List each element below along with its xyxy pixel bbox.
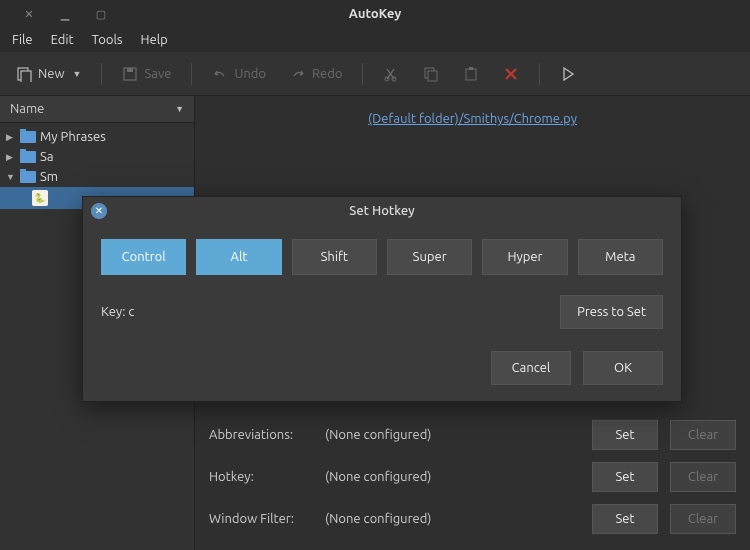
python-icon: 🐍 xyxy=(32,190,48,206)
press-to-set-button[interactable]: Press to Set xyxy=(560,295,663,329)
menu-edit[interactable]: Edit xyxy=(51,33,74,47)
prop-value: (None configured) xyxy=(325,470,580,484)
close-icon[interactable]: ✕ xyxy=(91,203,107,219)
sidebar-header[interactable]: Name ▼ xyxy=(0,96,194,123)
menu-help[interactable]: Help xyxy=(141,33,168,47)
tree-label: My Phrases xyxy=(40,130,106,144)
toolbar-separator xyxy=(539,63,540,85)
new-icon xyxy=(16,66,32,82)
copy-button[interactable] xyxy=(415,62,447,86)
modifier-alt[interactable]: Alt xyxy=(196,239,281,275)
prop-row-window-filter: Window Filter: (None configured) Set Cle… xyxy=(209,498,736,540)
prop-label: Hotkey: xyxy=(209,470,319,484)
modifier-shift[interactable]: Shift xyxy=(292,239,377,275)
dialog-title: Set Hotkey xyxy=(349,204,414,218)
properties-panel: Abbreviations: (None configured) Set Cle… xyxy=(209,414,736,540)
tree-label: Sa xyxy=(40,150,54,164)
new-button[interactable]: New ▼ xyxy=(8,62,89,86)
folder-icon xyxy=(20,171,36,183)
cancel-button[interactable]: Cancel xyxy=(491,351,571,385)
collapse-icon[interactable]: ▼ xyxy=(6,172,16,182)
key-label: Key: c xyxy=(101,305,134,319)
expand-icon[interactable]: ▶ xyxy=(6,152,16,163)
tree-item-sa[interactable]: ▶ Sa xyxy=(0,147,194,167)
menu-bar: File Edit Tools Help xyxy=(0,28,750,52)
modifier-super[interactable]: Super xyxy=(387,239,472,275)
redo-label: Redo xyxy=(312,67,342,81)
folder-icon xyxy=(20,131,36,143)
delete-button[interactable] xyxy=(495,62,527,86)
undo-label: Undo xyxy=(234,67,266,81)
undo-icon xyxy=(212,66,228,82)
dialog-titlebar: ✕ Set Hotkey xyxy=(83,197,681,225)
cut-button[interactable] xyxy=(375,62,407,86)
toolbar-separator xyxy=(191,63,192,85)
window-title: AutoKey xyxy=(0,7,750,21)
folder-icon xyxy=(20,151,36,163)
play-icon xyxy=(560,66,576,82)
toolbar-separator xyxy=(362,63,363,85)
menu-file[interactable]: File xyxy=(12,33,33,47)
set-button[interactable]: Set xyxy=(592,420,658,450)
key-row: Key: c Press to Set xyxy=(101,295,663,329)
clear-button[interactable]: Clear xyxy=(670,420,736,450)
set-hotkey-dialog: ✕ Set Hotkey Control Alt Shift Super Hyp… xyxy=(82,196,682,402)
menu-tools[interactable]: Tools xyxy=(92,33,123,47)
undo-button[interactable]: Undo xyxy=(204,62,274,86)
title-bar: ✕ ▁ ▢ AutoKey xyxy=(0,0,750,28)
paste-button[interactable] xyxy=(455,62,487,86)
tree-item-sm[interactable]: ▼ Sm xyxy=(0,167,194,187)
delete-icon xyxy=(503,66,519,82)
dialog-actions: Cancel OK xyxy=(101,351,663,385)
clear-button[interactable]: Clear xyxy=(670,462,736,492)
tree-item-my-phrases[interactable]: ▶ My Phrases xyxy=(0,127,194,147)
modifier-control[interactable]: Control xyxy=(101,239,186,275)
expand-icon[interactable]: ▶ xyxy=(6,132,16,143)
new-label: New xyxy=(38,67,65,81)
chevron-down-icon: ▼ xyxy=(73,69,82,79)
save-icon xyxy=(122,66,138,82)
prop-label: Window Filter: xyxy=(209,512,319,526)
tree-label: Sm xyxy=(40,170,58,184)
set-button[interactable]: Set xyxy=(592,504,658,534)
prop-value: (None configured) xyxy=(325,428,580,442)
toolbar-separator xyxy=(101,63,102,85)
modifier-hyper[interactable]: Hyper xyxy=(482,239,567,275)
modifier-meta[interactable]: Meta xyxy=(578,239,663,275)
paste-icon xyxy=(463,66,479,82)
cut-icon xyxy=(383,66,399,82)
copy-icon xyxy=(423,66,439,82)
redo-button[interactable]: Redo xyxy=(282,62,350,86)
chevron-down-icon: ▼ xyxy=(175,104,184,114)
redo-icon xyxy=(290,66,306,82)
prop-label: Abbreviations: xyxy=(209,428,319,442)
prop-row-abbreviations: Abbreviations: (None configured) Set Cle… xyxy=(209,414,736,456)
save-label: Save xyxy=(144,67,171,81)
breadcrumb-link[interactable]: (Default folder)/Smithys/Chrome.py xyxy=(368,112,577,126)
prop-row-hotkey: Hotkey: (None configured) Set Clear xyxy=(209,456,736,498)
run-button[interactable] xyxy=(552,62,584,86)
set-button[interactable]: Set xyxy=(592,462,658,492)
clear-button[interactable]: Clear xyxy=(670,504,736,534)
prop-value: (None configured) xyxy=(325,512,580,526)
modifier-row: Control Alt Shift Super Hyper Meta xyxy=(101,239,663,275)
breadcrumb: (Default folder)/Smithys/Chrome.py xyxy=(209,106,736,140)
toolbar: New ▼ Save Undo Redo xyxy=(0,52,750,96)
ok-button[interactable]: OK xyxy=(583,351,663,385)
save-button[interactable]: Save xyxy=(114,62,179,86)
sidebar-header-label: Name xyxy=(10,102,44,116)
